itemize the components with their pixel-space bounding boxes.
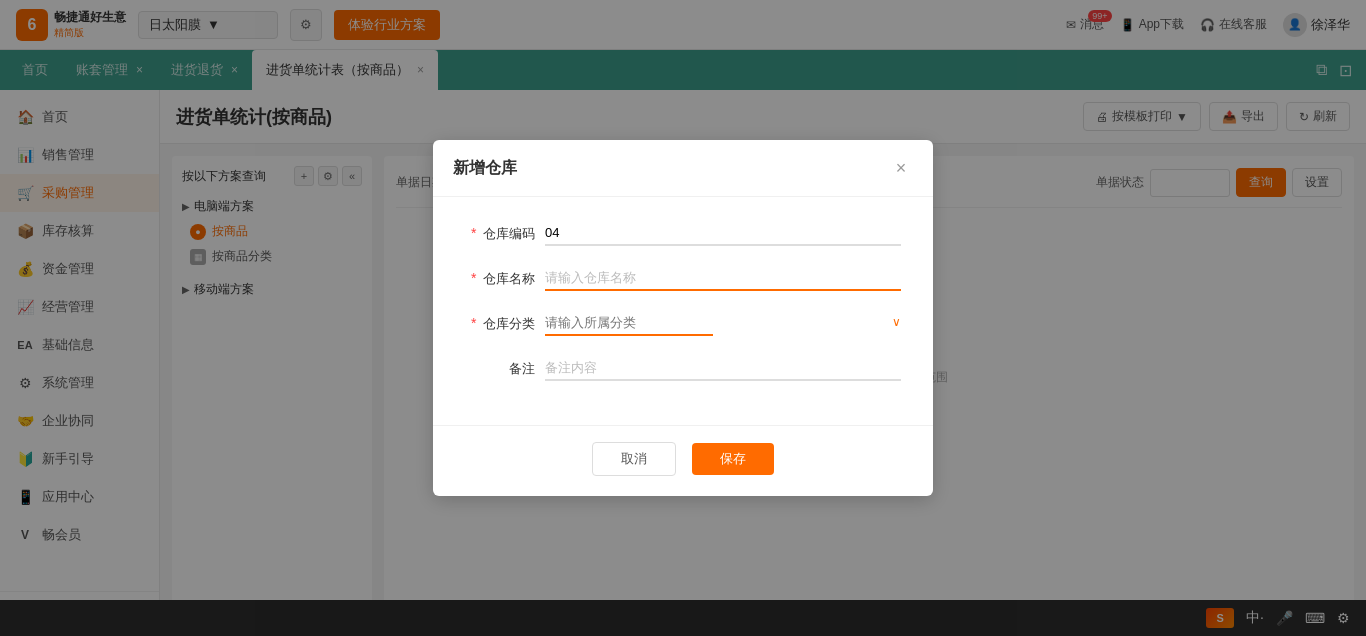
warehouse-note-input[interactable] <box>545 356 901 381</box>
name-label: 仓库名称 <box>465 270 545 288</box>
cancel-button[interactable]: 取消 <box>592 442 676 476</box>
dialog-close-button[interactable]: × <box>889 156 913 180</box>
code-label: 仓库编码 <box>465 225 545 243</box>
dialog-title: 新增仓库 <box>453 158 517 179</box>
new-warehouse-dialog: 新增仓库 × 仓库编码 仓库名称 仓库分类 <box>433 140 933 496</box>
warehouse-code-input[interactable] <box>545 221 901 246</box>
warehouse-category-input[interactable] <box>545 311 713 336</box>
dialog-header: 新增仓库 × <box>433 140 933 197</box>
note-label: 备注 <box>465 360 545 378</box>
form-row-name: 仓库名称 <box>465 266 901 291</box>
dialog-footer: 取消 保存 <box>433 425 933 496</box>
category-select-wrap <box>545 311 901 336</box>
dialog-body: 仓库编码 仓库名称 仓库分类 备注 <box>433 197 933 425</box>
category-label: 仓库分类 <box>465 315 545 333</box>
form-row-category: 仓库分类 <box>465 311 901 336</box>
form-row-note: 备注 <box>465 356 901 381</box>
form-row-code: 仓库编码 <box>465 221 901 246</box>
warehouse-name-input[interactable] <box>545 266 901 291</box>
close-icon: × <box>896 158 907 179</box>
save-button[interactable]: 保存 <box>692 443 774 475</box>
dialog-overlay: 新增仓库 × 仓库编码 仓库名称 仓库分类 <box>0 0 1366 636</box>
